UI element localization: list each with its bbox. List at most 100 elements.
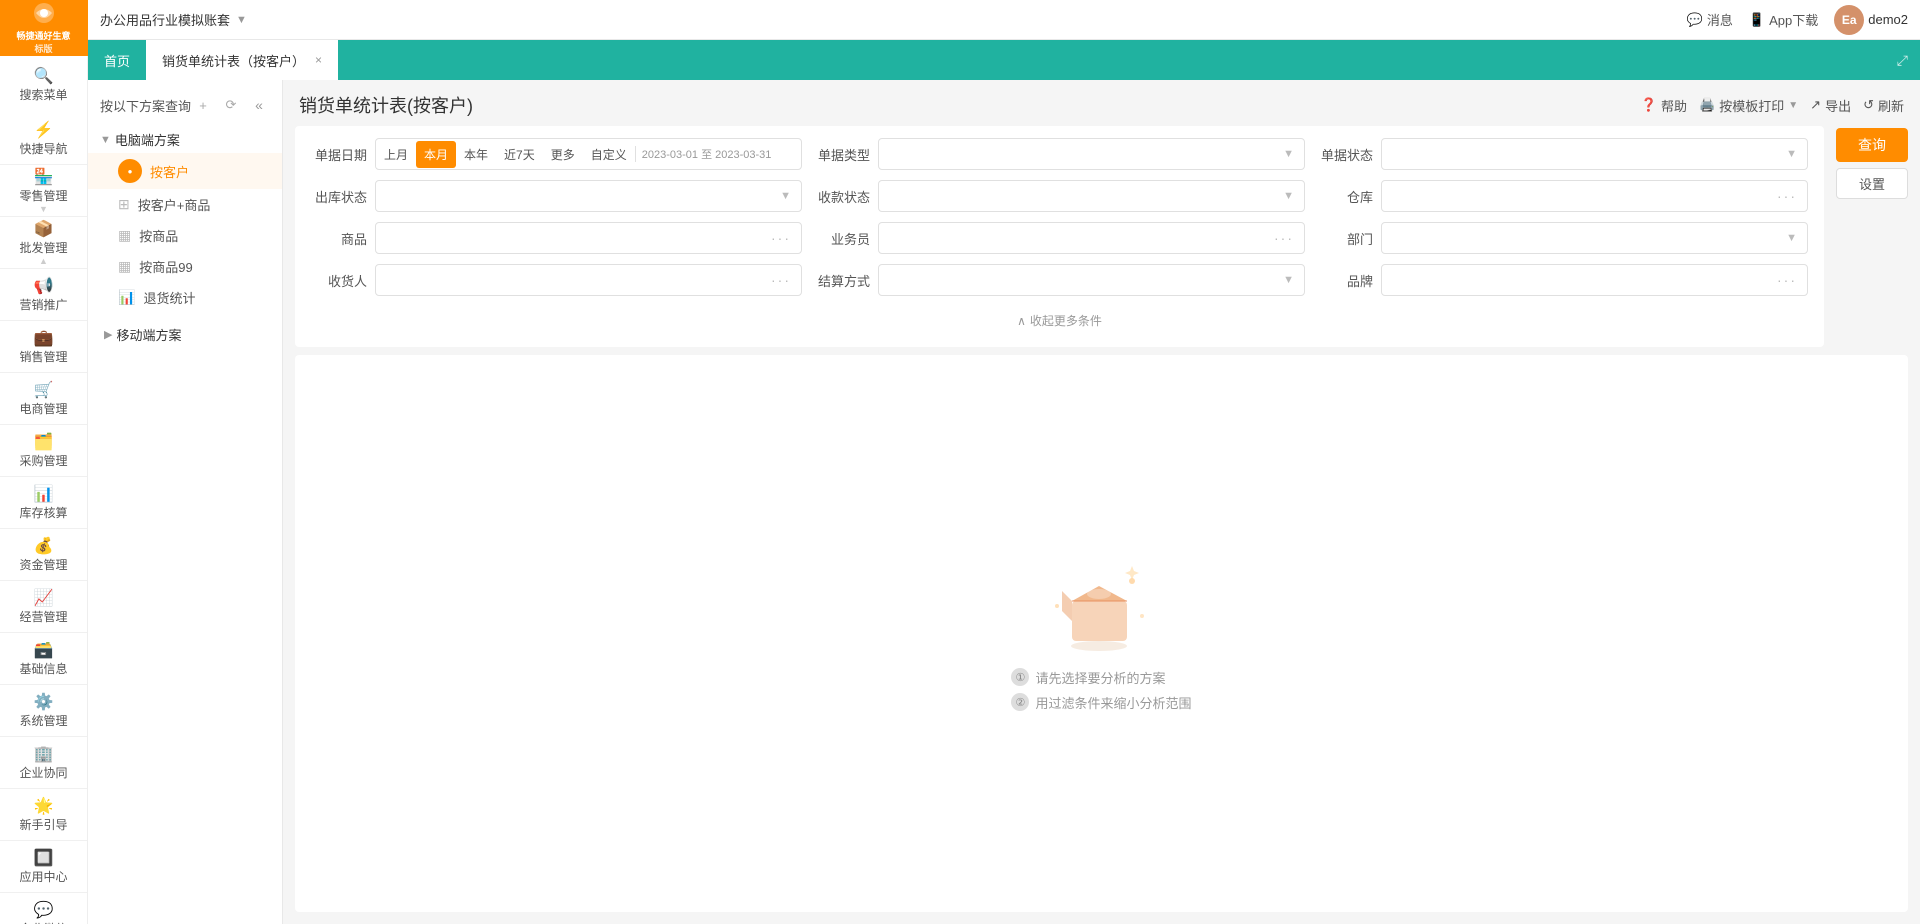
print-button[interactable]: 🖨️ 按模板打印 ▼ xyxy=(1699,96,1798,115)
help-label: 帮助 xyxy=(1661,96,1687,115)
filter-row-1: 单据日期 上月 本月 本年 近7天 更多 自定义 2023-03-01 至 20… xyxy=(311,138,1808,170)
out-status-select[interactable]: ▼ xyxy=(375,180,802,212)
app-title: 畅捷通好生意 xyxy=(16,31,70,42)
payment-select[interactable]: ▼ xyxy=(878,264,1305,296)
date-btn-this-month[interactable]: 本月 xyxy=(416,141,456,168)
sidebar-item-wholesale[interactable]: 📦 批发管理 ▲ xyxy=(0,217,87,269)
newbie-icon: 🌟 xyxy=(34,796,54,816)
date-btn-more[interactable]: 更多 xyxy=(543,141,583,168)
scheme-group-pc-header[interactable]: ▼ 电脑端方案 xyxy=(88,126,282,153)
warehouse-select[interactable]: ··· xyxy=(1381,180,1808,212)
receipt-status-select[interactable]: ▼ xyxy=(878,180,1305,212)
help-button[interactable]: ❓ 帮助 xyxy=(1641,96,1687,115)
date-btn-this-year[interactable]: 本年 xyxy=(456,141,496,168)
sidebar-item-marketing[interactable]: 📢 营销推广 xyxy=(0,269,87,321)
receiver-label: 收货人 xyxy=(311,271,367,290)
user-name: demo2 xyxy=(1868,12,1908,27)
sidebar-item-system[interactable]: ⚙️ 系统管理 xyxy=(0,685,87,737)
print-chevron-icon: ▼ xyxy=(1788,100,1798,111)
filter-item-out-status: 出库状态 ▼ xyxy=(311,180,802,212)
topbar-left: 办公用品行业模拟账套 ▼ xyxy=(100,10,247,29)
app-download-icon: 📱 xyxy=(1749,12,1765,28)
scheme-group-pc: ▼ 电脑端方案 ● 按客户 ⊞ 按客户+商品 ▦ 按商品 xyxy=(88,122,282,317)
order-status-select[interactable]: ▼ xyxy=(1381,138,1808,170)
operation-icon: 📈 xyxy=(34,588,54,608)
salesperson-label: 业务员 xyxy=(814,229,870,248)
brand-select[interactable]: ··· xyxy=(1381,264,1808,296)
basic-label: 基础信息 xyxy=(19,660,67,677)
sales-label: 销售管理 xyxy=(19,348,67,365)
scheme-item-by-customer[interactable]: ● 按客户 xyxy=(88,153,282,189)
sidebar-item-purchase[interactable]: 🗂️ 采购管理 xyxy=(0,425,87,477)
app-download-label: App下载 xyxy=(1769,10,1818,29)
breadcrumb-dropdown[interactable]: ▼ xyxy=(236,14,247,26)
sidebar-item-finance[interactable]: 💰 资金管理 xyxy=(0,529,87,581)
goods-select[interactable]: ··· xyxy=(375,222,802,254)
refresh-scheme-button[interactable]: ⟳ xyxy=(220,94,242,116)
search-menu-item[interactable]: 🔍 搜索菜单 xyxy=(15,56,71,113)
sidebar-item-sales[interactable]: 💼 销售管理 xyxy=(0,321,87,373)
out-status-arrow-icon: ▼ xyxy=(780,190,791,202)
add-scheme-button[interactable]: + xyxy=(192,94,214,116)
scheme-item-customer-goods[interactable]: ⊞ 按客户+商品 xyxy=(88,189,282,220)
tab-close-button[interactable]: × xyxy=(315,53,322,67)
page-title: 销货单统计表(按客户) xyxy=(299,92,473,118)
message-icon: 💬 xyxy=(1687,12,1703,28)
wholesale-label: 批发管理 xyxy=(19,239,67,256)
empty-tip-1-text: 请先选择要分析的方案 xyxy=(1035,668,1165,687)
scheme-item-return-stats[interactable]: 📊 退货统计 xyxy=(88,282,282,313)
sidebar-item-wechat[interactable]: 💬 企业微信 xyxy=(0,893,87,924)
filter-item-receiver: 收货人 ··· xyxy=(311,264,802,296)
sidebar-item-retail[interactable]: 🏪 零售管理 ▼ xyxy=(0,165,87,217)
query-button[interactable]: 查询 xyxy=(1836,128,1908,162)
order-type-select[interactable]: ▼ xyxy=(878,138,1305,170)
refresh-button[interactable]: ↺ 刷新 xyxy=(1863,96,1904,115)
date-btn-7days[interactable]: 近7天 xyxy=(496,141,543,168)
setting-button[interactable]: 设置 xyxy=(1836,168,1908,199)
customer-goods-label: 按客户+商品 xyxy=(138,195,211,214)
order-type-label: 单据类型 xyxy=(814,145,870,164)
sidebar-item-newbie[interactable]: 🌟 新手引导 xyxy=(0,789,87,841)
collapse-panel-button[interactable]: « xyxy=(248,94,270,116)
operation-label: 经营管理 xyxy=(19,608,67,625)
message-button[interactable]: 💬 消息 xyxy=(1687,10,1733,29)
empty-tip-1: ① 请先选择要分析的方案 xyxy=(1011,668,1191,687)
scheme-item-by-goods[interactable]: ▦ 按商品 xyxy=(88,220,282,251)
receiver-select[interactable]: ··· xyxy=(375,264,802,296)
sidebar-item-inventory[interactable]: 📊 库存核算 xyxy=(0,477,87,529)
date-btn-last-month[interactable]: 上月 xyxy=(376,141,416,168)
department-select[interactable]: ▼ xyxy=(1381,222,1808,254)
salesperson-dots-icon: ··· xyxy=(1274,230,1294,246)
newbie-label: 新手引导 xyxy=(19,816,67,833)
retail-icon: 🏪 xyxy=(34,167,54,187)
sidebar-item-basic[interactable]: 🗃️ 基础信息 xyxy=(0,633,87,685)
tab-sales-stats[interactable]: 销货单统计表（按客户） × xyxy=(146,40,338,80)
sidebar-item-operation[interactable]: 📈 经营管理 xyxy=(0,581,87,633)
return-stats-label: 退货统计 xyxy=(143,288,195,307)
export-button[interactable]: ↗ 导出 xyxy=(1810,96,1851,115)
salesperson-select[interactable]: ··· xyxy=(878,222,1305,254)
user-profile[interactable]: Ea demo2 xyxy=(1834,5,1908,35)
sidebar-item-appcenter[interactable]: 🔲 应用中心 xyxy=(0,841,87,893)
tab-maximize-button[interactable]: ⤢ xyxy=(1885,52,1920,69)
by-goods-label: 按商品 xyxy=(139,226,178,245)
scheme-item-goods99[interactable]: ▦ 按商品99 xyxy=(88,251,282,282)
scheme-group-mobile-header[interactable]: ▶ 移动端方案 xyxy=(88,321,282,348)
sidebar-item-ecommerce[interactable]: 🛒 电商管理 xyxy=(0,373,87,425)
sidebar-menu: ⚡ 快捷导航 🏪 零售管理 ▼ 📦 批发管理 ▲ 📢 营销推广 💼 销售管理 🛒… xyxy=(0,113,87,924)
collapse-filters-button[interactable]: ∧ 收起更多条件 xyxy=(311,306,1808,335)
filter-item-goods: 商品 ··· xyxy=(311,222,802,254)
avatar-initials: Ea xyxy=(1842,13,1857,27)
retail-arrow: ▼ xyxy=(39,204,48,214)
filter-item-salesperson: 业务员 ··· xyxy=(814,222,1305,254)
sidebar-item-shortcut[interactable]: ⚡ 快捷导航 xyxy=(0,113,87,165)
sidebar-item-enterprise[interactable]: 🏢 企业协同 xyxy=(0,737,87,789)
inventory-label: 库存核算 xyxy=(19,504,67,521)
tabbar: 首页 销货单统计表（按客户） × ⤢ xyxy=(88,40,1920,80)
app-download-button[interactable]: 📱 App下载 xyxy=(1749,10,1818,29)
empty-svg xyxy=(1042,556,1162,656)
date-filter-control[interactable]: 上月 本月 本年 近7天 更多 自定义 2023-03-01 至 2023-03… xyxy=(375,138,802,170)
tab-home[interactable]: 首页 xyxy=(88,40,146,80)
shortcut-label: 快捷导航 xyxy=(19,140,67,157)
date-btn-custom[interactable]: 自定义 xyxy=(583,141,635,168)
